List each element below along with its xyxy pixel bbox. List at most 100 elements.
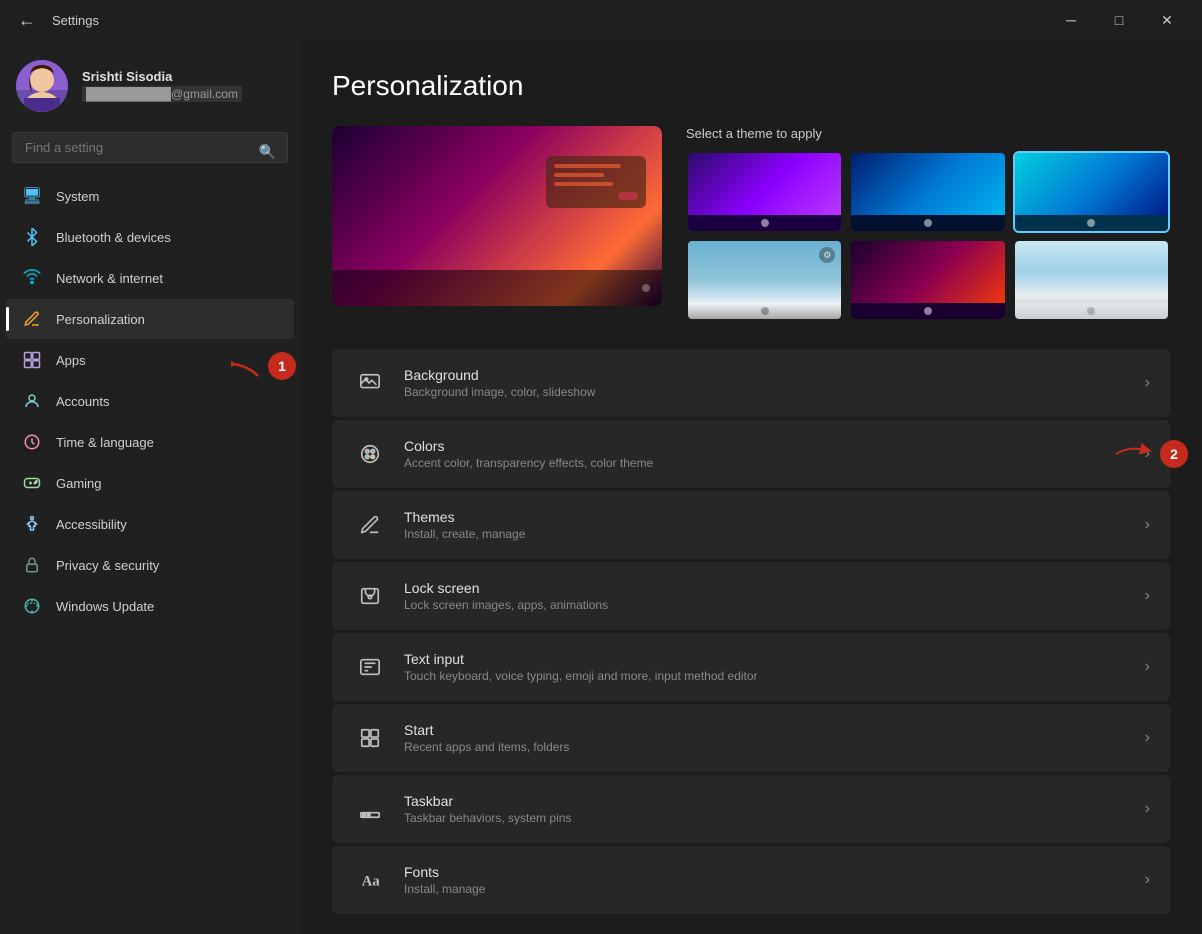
colors-title: Colors	[404, 438, 1145, 454]
theme-preview	[332, 126, 662, 306]
theme-6-taskbar	[1015, 303, 1168, 319]
user-email: ██████████@gmail.com	[82, 86, 242, 102]
taskbar-icon	[352, 791, 388, 827]
sidebar-item-privacy[interactable]: Privacy & security	[6, 545, 294, 585]
personalization-icon	[22, 309, 42, 329]
theme-4-dot	[761, 307, 769, 315]
settings-item-textinput[interactable]: Text input Touch keyboard, voice typing,…	[332, 633, 1170, 701]
theme-grid-label: Select a theme to apply	[686, 126, 1170, 141]
textinput-text: Text input Touch keyboard, voice typing,…	[404, 651, 1145, 683]
settings-item-background[interactable]: Background Background image, color, slid…	[332, 349, 1170, 417]
search-button[interactable]: 🔍	[255, 139, 280, 164]
annotation-2: 2	[1114, 440, 1188, 468]
preview-taskbar	[332, 270, 662, 306]
sidebar-item-network[interactable]: Network & internet	[6, 258, 294, 298]
close-button[interactable]: ✕	[1144, 4, 1190, 36]
taskbar-title: Taskbar	[404, 793, 1145, 809]
sidebar-item-gaming[interactable]: Gaming	[6, 463, 294, 503]
accessibility-icon	[22, 514, 42, 534]
textinput-subtitle: Touch keyboard, voice typing, emoji and …	[404, 669, 1145, 683]
preview-taskbar-dot	[642, 284, 650, 292]
update-icon	[22, 596, 42, 616]
background-title: Background	[404, 367, 1145, 383]
sidebar-item-accessibility[interactable]: Accessibility	[6, 504, 294, 544]
theme-5-dot	[924, 307, 932, 315]
textinput-chevron: ›	[1145, 658, 1150, 676]
sidebar-item-update[interactable]: Windows Update	[6, 586, 294, 626]
theme-1-dot	[761, 219, 769, 227]
search-container: 🔍	[0, 128, 300, 175]
colors-icon	[352, 436, 388, 472]
user-profile[interactable]: Srishti Sisodia ██████████@gmail.com	[0, 40, 300, 128]
sidebar-label-bluetooth: Bluetooth & devices	[56, 230, 171, 245]
app-body: Srishti Sisodia ██████████@gmail.com 🔍 🖥…	[0, 40, 1202, 934]
theme-thumb-4[interactable]: ⚙	[686, 239, 843, 321]
sidebar-label-accounts: Accounts	[56, 394, 109, 409]
sidebar: Srishti Sisodia ██████████@gmail.com 🔍 🖥…	[0, 40, 300, 934]
fonts-subtitle: Install, manage	[404, 882, 1145, 896]
privacy-icon	[22, 555, 42, 575]
sidebar-label-update: Windows Update	[56, 599, 154, 614]
nav-list: 🖥 System Bluetooth & devices	[0, 175, 300, 627]
titlebar-left: ← Settings	[12, 6, 99, 35]
settings-list: Background Background image, color, slid…	[332, 349, 1170, 914]
minimize-button[interactable]: ─	[1048, 4, 1094, 36]
settings-item-lockscreen[interactable]: Lock screen Lock screen images, apps, an…	[332, 562, 1170, 630]
search-input[interactable]	[12, 132, 288, 163]
lockscreen-text: Lock screen Lock screen images, apps, an…	[404, 580, 1145, 612]
sidebar-label-time: Time & language	[56, 435, 154, 450]
settings-item-colors[interactable]: Colors Accent color, transparency effect…	[332, 420, 1170, 488]
sidebar-item-system[interactable]: 🖥 System	[6, 176, 294, 216]
lockscreen-chevron: ›	[1145, 587, 1150, 605]
svg-text:Aa: Aa	[362, 874, 381, 890]
preview-line-2	[554, 173, 604, 177]
settings-item-start[interactable]: Start Recent apps and items, folders ›	[332, 704, 1170, 772]
user-info: Srishti Sisodia ██████████@gmail.com	[82, 69, 242, 103]
titlebar-title: Settings	[52, 13, 99, 28]
preview-line-3	[554, 182, 613, 186]
start-text: Start Recent apps and items, folders	[404, 722, 1145, 754]
theme-thumb-1[interactable]	[686, 151, 843, 233]
sidebar-label-accessibility: Accessibility	[56, 517, 127, 532]
theme-thumb-2[interactable]	[849, 151, 1006, 233]
content-area: Personalization Select a t	[300, 40, 1202, 934]
page-title: Personalization	[332, 70, 1170, 102]
bluetooth-icon	[22, 227, 42, 247]
start-title: Start	[404, 722, 1145, 738]
background-subtitle: Background image, color, slideshow	[404, 385, 1145, 399]
themes-title: Themes	[404, 509, 1145, 525]
colors-text: Colors Accent color, transparency effect…	[404, 438, 1145, 470]
fonts-text: Fonts Install, manage	[404, 864, 1145, 896]
accounts-icon	[22, 391, 42, 411]
sidebar-label-gaming: Gaming	[56, 476, 102, 491]
themes-subtitle: Install, create, manage	[404, 527, 1145, 541]
annotation-1-arrow	[218, 346, 268, 386]
theme-6-dot	[1087, 307, 1095, 315]
titlebar-controls: ─ □ ✕	[1048, 4, 1190, 36]
sidebar-label-privacy: Privacy & security	[56, 558, 159, 573]
fonts-icon: Aa	[352, 862, 388, 898]
textinput-icon	[352, 649, 388, 685]
theme-thumb-6[interactable]	[1013, 239, 1170, 321]
maximize-button[interactable]: □	[1096, 4, 1142, 36]
theme-5-inner	[851, 241, 1004, 319]
settings-item-themes[interactable]: Themes Install, create, manage ›	[332, 491, 1170, 559]
sidebar-item-bluetooth[interactable]: Bluetooth & devices	[6, 217, 294, 257]
theme-1-taskbar	[688, 215, 841, 231]
system-icon: 🖥	[22, 186, 42, 206]
theme-thumb-5[interactable]	[849, 239, 1006, 321]
sidebar-label-system: System	[56, 189, 99, 204]
sidebar-item-personalization[interactable]: Personalization	[6, 299, 294, 339]
themes-icon	[352, 507, 388, 543]
network-icon	[22, 268, 42, 288]
theme-thumb-3[interactable]	[1013, 151, 1170, 233]
theme-5-taskbar	[851, 303, 1004, 319]
back-button[interactable]: ←	[12, 6, 42, 35]
settings-item-fonts[interactable]: Aa Fonts Install, manage ›	[332, 846, 1170, 914]
lockscreen-title: Lock screen	[404, 580, 1145, 596]
sidebar-item-time[interactable]: Time & language	[6, 422, 294, 462]
sidebar-item-accounts[interactable]: Accounts	[6, 381, 294, 421]
settings-item-taskbar[interactable]: Taskbar Taskbar behaviors, system pins ›	[332, 775, 1170, 843]
gaming-icon	[22, 473, 42, 493]
theme-6-inner	[1015, 241, 1168, 319]
